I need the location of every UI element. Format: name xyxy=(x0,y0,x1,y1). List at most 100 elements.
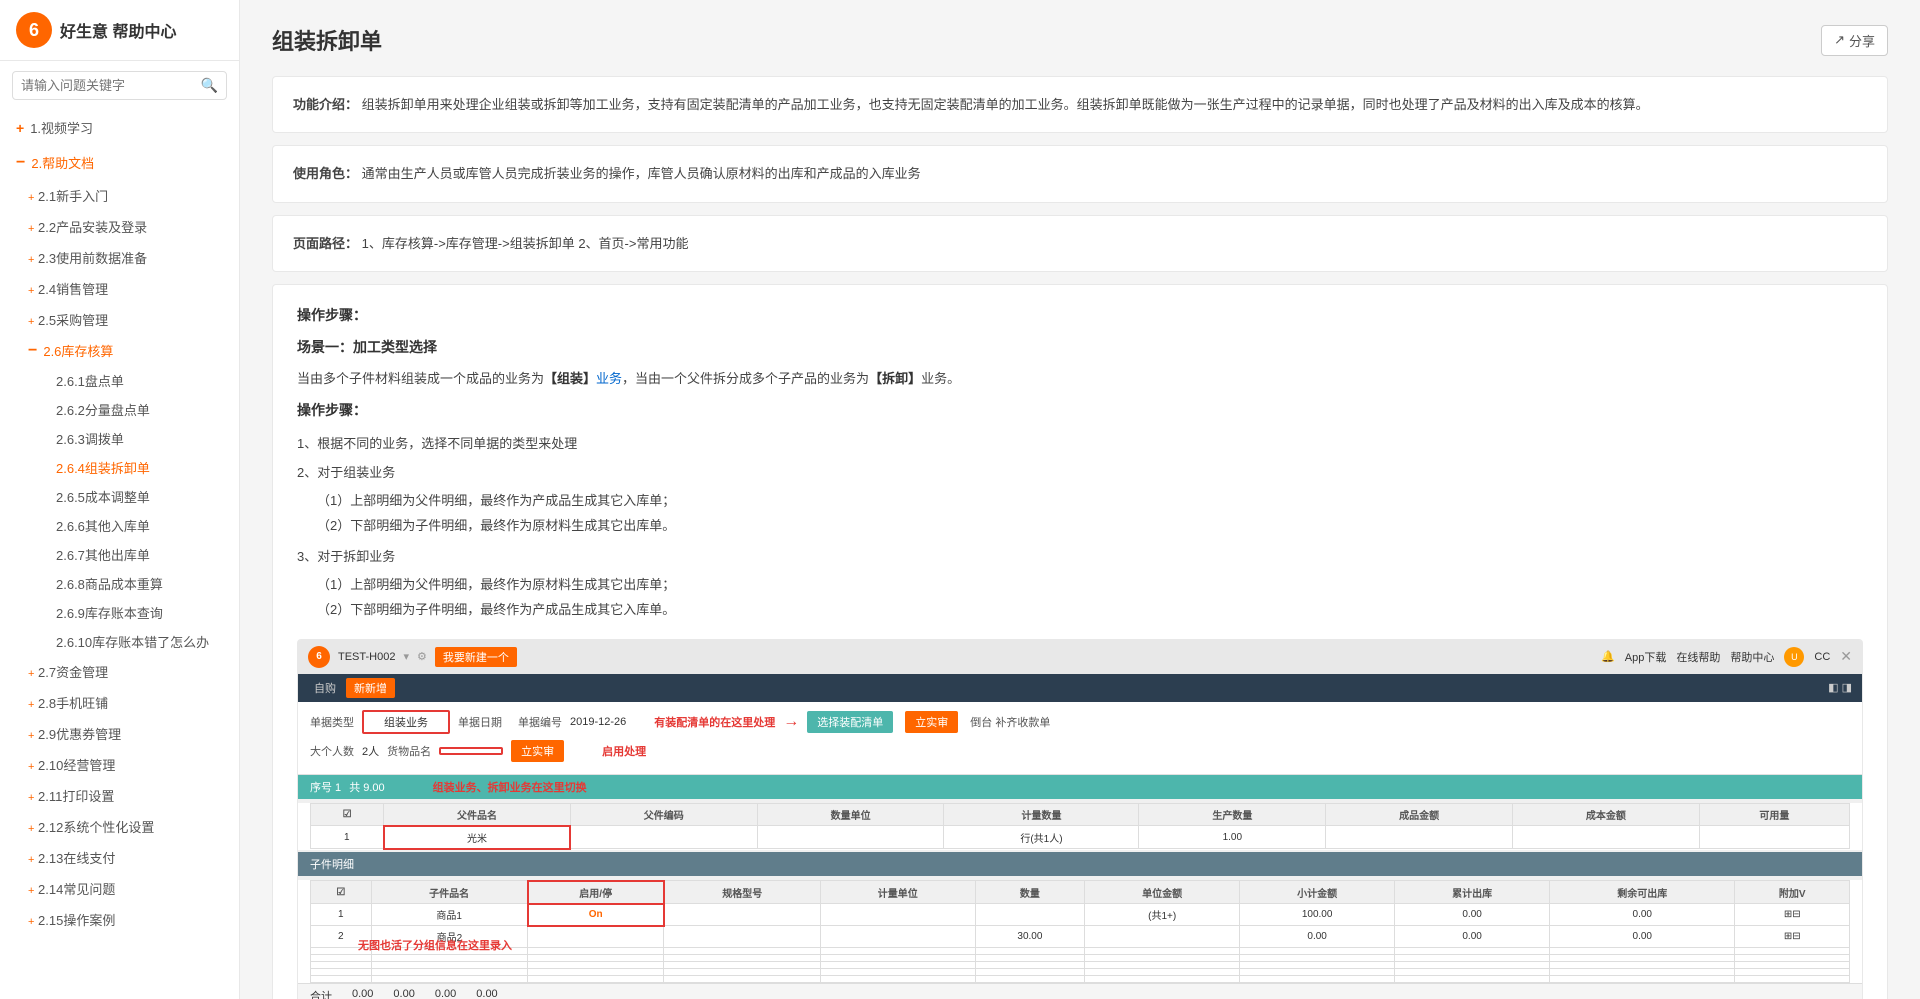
sidebar-item-mobile[interactable]: + 2.8手机旺铺 xyxy=(28,687,239,718)
mock-th-prod-qty: 生产数量 xyxy=(1139,803,1326,826)
collapse-icon: − xyxy=(16,154,25,172)
table-row xyxy=(311,969,1850,976)
step-2-sub2: （2）下部明细为子件明细，最终作为原材料生成其它出库单。 xyxy=(297,514,1863,539)
intro-label: 功能介绍： xyxy=(293,97,358,112)
mock-form-label-type: 单据类型 xyxy=(310,714,354,730)
mock-nav-new[interactable]: 新新增 xyxy=(346,678,395,698)
ops-steps-title: 操作步骤： xyxy=(297,400,1863,420)
step-2: 2、对于组装业务 xyxy=(297,461,1863,486)
sidebar-item-partial-check[interactable]: 2.6.2分量盘点单 xyxy=(44,395,239,424)
sidebar-item-cost-adjust[interactable]: 2.6.5成本调整单 xyxy=(44,482,239,511)
sidebar-item-other-in[interactable]: 2.6.6其他入库单 xyxy=(44,511,239,540)
sidebar-item-assembly[interactable]: 2.6.4组装拆卸单 xyxy=(44,453,239,482)
page-title: 组装拆卸单 xyxy=(272,24,382,56)
mock-table-bottom: ☑ 子件品名 启用/停 规格型号 计量单位 数量 单位金额 小计金额 累计出库 … xyxy=(310,880,1850,984)
sidebar-item-install[interactable]: + 2.2产品安装及登录 xyxy=(28,211,239,242)
sidebar-item-print[interactable]: + 2.11打印设置 xyxy=(28,780,239,811)
page-header: 组装拆卸单 ↗ 分享 xyxy=(272,24,1888,56)
step-3-sub1: （1）上部明细为父件明细，最终作为原材料生成其它出库单； xyxy=(297,573,1863,598)
mock-th-prod-amt: 成品金额 xyxy=(1326,803,1513,826)
role-label: 使用角色： xyxy=(293,166,358,181)
sidebar-item-payment[interactable]: + 2.13在线支付 xyxy=(28,842,239,873)
mock-section-num: 序号 1 xyxy=(310,779,341,795)
mock-logo: 6 xyxy=(308,646,330,668)
sidebar-sub-docs: + 2.1新手入门 + 2.2产品安装及登录 + 2.3使用前数据准备 + 2.… xyxy=(0,180,239,935)
sidebar-item-other-out[interactable]: 2.6.7其他出库单 xyxy=(44,540,239,569)
sidebar-item-video[interactable]: + 1.视频学习 xyxy=(0,110,239,145)
mock-help-btn[interactable]: 在线帮助 xyxy=(1676,649,1720,665)
mock-section-qty: 共 9.00 xyxy=(349,779,384,795)
mock-num-label: 大个人数 xyxy=(310,743,354,759)
search-icon[interactable]: 🔍 xyxy=(201,77,218,94)
app-title: 好生意 帮助中心 xyxy=(60,18,176,42)
mock-th-avail: 可用量 xyxy=(1699,803,1849,826)
intro-card: 功能介绍： 组装拆卸单用来处理企业组装或拆卸等加工业务，支持有固定装配清单的产品… xyxy=(272,76,1888,133)
mock-th-qty: 计量数量 xyxy=(944,803,1139,826)
main-content: 组装拆卸单 ↗ 分享 功能介绍： 组装拆卸单用来处理企业组装或拆卸等加工业务，支… xyxy=(240,0,1920,999)
mock-search-field[interactable] xyxy=(439,747,503,755)
sidebar-item-inventory-check[interactable]: 2.6.1盘点单 xyxy=(44,366,239,395)
sidebar-item-help-docs[interactable]: − 2.帮助文档 xyxy=(0,145,239,180)
sidebar-item-label: 2.6库存核算 xyxy=(43,341,113,360)
path-card: 页面路径： 1、库存核算->库存管理->组装拆卸单 2、首页->常用功能 xyxy=(272,215,1888,272)
sidebar-inventory-sub: 2.6.1盘点单 2.6.2分量盘点单 2.6.3调拨单 2.6.4组装拆卸单 … xyxy=(28,366,239,656)
share-button[interactable]: ↗ 分享 xyxy=(1821,25,1888,56)
sidebar-item-ledger-fix[interactable]: 2.6.10库存账本错了怎么办 xyxy=(44,627,239,656)
mock-center-btn[interactable]: 帮助中心 xyxy=(1730,649,1774,665)
mock-settings-icon: ⚙ xyxy=(417,650,427,663)
sidebar-item-inventory[interactable]: − 2.6库存核算 xyxy=(28,335,239,366)
step-2-sub1: （1）上部明细为父件明细，最终作为产成品生成其它入库单； xyxy=(297,489,1863,514)
sidebar-item-ledger[interactable]: 2.6.9库存账本查询 xyxy=(44,598,239,627)
sidebar-item-sales[interactable]: + 2.4销售管理 xyxy=(28,273,239,304)
sidebar-item-purchase[interactable]: + 2.5采购管理 xyxy=(28,304,239,335)
mock-apps-btn[interactable]: App下载 xyxy=(1625,649,1667,665)
sidebar-header: 6 好生意 帮助中心 xyxy=(0,0,239,61)
ops-title: 操作步骤： xyxy=(297,305,1863,325)
search-input[interactable] xyxy=(21,78,201,93)
sidebar-item-newbie[interactable]: + 2.1新手入门 xyxy=(28,180,239,211)
mock-confirm-btn-top[interactable]: 立实审 xyxy=(905,711,958,733)
share-label: 分享 xyxy=(1849,31,1875,50)
mock-nav-home[interactable]: 自购 xyxy=(308,678,342,698)
sidebar-item-transfer[interactable]: 2.6.3调拨单 xyxy=(44,424,239,453)
sidebar-item-data-prep[interactable]: + 2.3使用前数据准备 xyxy=(28,242,239,273)
table-row xyxy=(311,955,1850,962)
sidebar-item-finance[interactable]: + 2.7资金管理 xyxy=(28,656,239,687)
sidebar-item-ops[interactable]: + 2.10经营管理 xyxy=(28,749,239,780)
table-row: 1 光米 行(共1人) 1.00 xyxy=(311,826,1850,849)
scenario-desc: 当由多个子件材料组装成一个成品的业务为【组装】业务，当由一个父件拆分成多个子产品… xyxy=(297,367,1863,392)
table-row: 2 商品2 30.00 0.00 0.00 0.00 ⊞⊟ xyxy=(311,926,1850,948)
mock-type-dropdown[interactable]: 组装业务 xyxy=(362,710,450,734)
mock-summary-1: 0.00 xyxy=(352,988,373,999)
mock-close-icon[interactable]: ✕ xyxy=(1840,648,1852,665)
mock-annotation-bottom: 无图也活了分组信息在这里录入 xyxy=(358,937,512,953)
ops-section: 操作步骤： 场景一：加工类型选择 当由多个子件材料组装成一个成品的业务为【组装】… xyxy=(272,284,1888,999)
collapse-sub-icon: − xyxy=(28,342,37,360)
share-icon: ↗ xyxy=(1834,32,1845,48)
sidebar-item-faq[interactable]: + 2.14常见问题 xyxy=(28,873,239,904)
mock-dropdown-icon: ▾ xyxy=(403,650,409,663)
sidebar: 6 好生意 帮助中心 🔍 + 1.视频学习 − 2.帮助文档 + 2.1新手入门… xyxy=(0,0,240,999)
search-box[interactable]: 🔍 xyxy=(12,71,227,100)
mock-confirm-btn2[interactable]: 立实审 xyxy=(511,740,564,762)
mock-form-label-date: 单据日期 xyxy=(458,714,502,730)
mock-th-unit: 数量单位 xyxy=(757,803,944,826)
mock-summary-label: 合计 xyxy=(310,988,332,999)
mock-form-label-id: 单据编号 xyxy=(518,714,562,730)
role-card: 使用角色： 通常由生产人员或库管人员完成折装业务的操作，库管人员确认原材料的出库… xyxy=(272,145,1888,202)
table-row xyxy=(311,976,1850,983)
mock-annotation-right: 启用处理 xyxy=(602,743,646,759)
mock-summary-4: 0.00 xyxy=(476,988,497,999)
mock-new-btn[interactable]: 我要新建一个 xyxy=(435,647,517,667)
mock-more-btns: 倒台 补齐收款单 xyxy=(970,714,1050,730)
sidebar-item-cases[interactable]: + 2.15操作案例 xyxy=(28,904,239,935)
mock-th-cost-amt: 成本金额 xyxy=(1513,803,1700,826)
mock-test-id: TEST-H002 xyxy=(338,651,395,663)
scenario-title: 场景一：加工类型选择 xyxy=(297,337,1863,357)
mock-avatar: U xyxy=(1784,647,1804,667)
sidebar-item-cost-recalc[interactable]: 2.6.8商品成本重算 xyxy=(44,569,239,598)
mock-select-bom-btn[interactable]: 选择装配清单 xyxy=(807,711,893,733)
screenshot-container: 6 TEST-H002 ▾ ⚙ 我要新建一个 🔔 App下载 在线帮助 帮助中心… xyxy=(297,639,1863,999)
sidebar-item-settings[interactable]: + 2.12系统个性化设置 xyxy=(28,811,239,842)
sidebar-item-coupons[interactable]: + 2.9优惠券管理 xyxy=(28,718,239,749)
